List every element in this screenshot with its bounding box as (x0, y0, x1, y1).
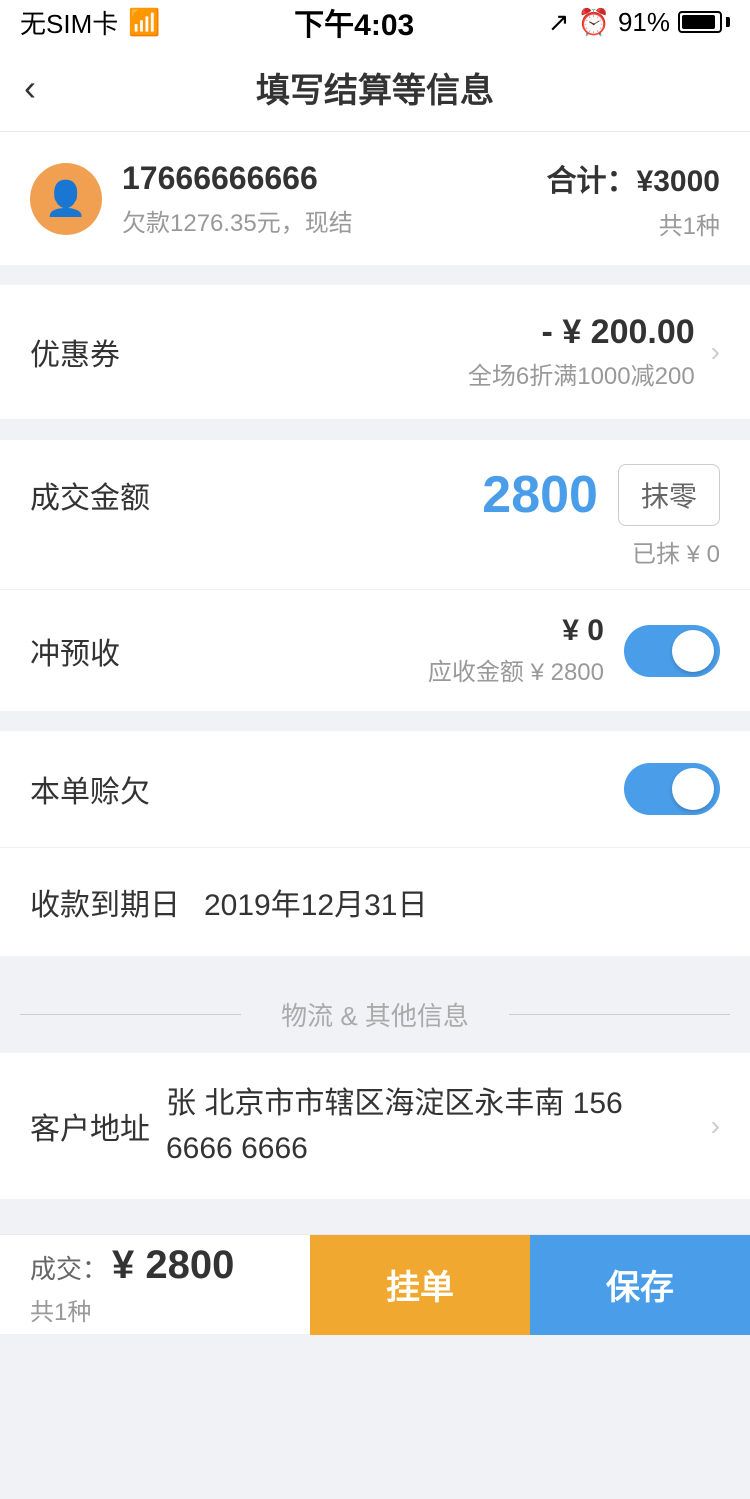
address-chevron-icon: › (711, 1110, 720, 1142)
logistics-section: 物流 & 其他信息 (0, 976, 750, 1053)
divider5 (0, 956, 750, 976)
avatar-icon: 👤 (45, 179, 87, 219)
due-date-row: 收款到期日 2019年12月31日 (0, 848, 750, 956)
location-icon: ↗ (548, 7, 570, 38)
status-time: 下午4:03 (294, 0, 414, 44)
divider3 (0, 711, 750, 731)
bottom-bar: 成交： ¥ 2800 共1种 挂单 保存 (0, 1234, 750, 1334)
divider-line-right (509, 1014, 730, 1015)
deal-amount-right: 2800 抹零 (482, 464, 720, 526)
coupon-right: - ¥ 200.00 全场6折满1000减200 › (468, 313, 720, 391)
prepay-toggle[interactable] (624, 625, 720, 677)
chevron-right-icon: › (711, 336, 720, 368)
logistics-label: 物流 & 其他信息 (281, 996, 469, 1033)
divider-line-left (20, 1014, 241, 1015)
amount-sub: 已抹 ¥ 0 (0, 534, 750, 589)
avatar: 👤 (30, 163, 102, 235)
prepay-row: 冲预收 ¥ 0 应收金额 ¥ 2800 (0, 590, 750, 711)
bottom-amount: ¥ 2800 (112, 1243, 234, 1288)
deal-amount-value: 2800 (482, 465, 598, 525)
prepay-label: 冲预收 (30, 629, 120, 673)
address-row[interactable]: 客户地址 张 北京市市辖区海淀区永丰南 156 6666 6666 › (0, 1053, 750, 1199)
prepay-right: ¥ 0 应收金额 ¥ 2800 (428, 614, 720, 687)
save-button[interactable]: 保存 (530, 1235, 750, 1335)
address-label: 客户地址 (30, 1104, 150, 1148)
pending-button[interactable]: 挂单 (310, 1235, 530, 1335)
total-amount: 合计：¥3000 (547, 156, 720, 200)
status-right: ↗ ⏰ 91% (548, 7, 730, 38)
page-title: 填写结算等信息 (256, 63, 494, 112)
customer-row: 👤 17666666666 欠款1276.35元，现结 合计：¥3000 共1种 (30, 156, 720, 241)
back-button[interactable]: ‹ (24, 67, 36, 109)
coupon-value: - ¥ 200.00 (468, 313, 695, 352)
bottom-count: 共1种 (30, 1292, 280, 1327)
debt-toggle-knob (672, 768, 714, 810)
prepay-info: ¥ 0 应收金额 ¥ 2800 (428, 614, 604, 687)
status-left: 无SIM卡 📶 (20, 4, 161, 41)
bottom-deal-label: 成交： (30, 1249, 108, 1286)
wifi-icon: 📶 (128, 7, 160, 38)
customer-left: 👤 17666666666 欠款1276.35元，现结 (30, 160, 353, 238)
due-date-label: 收款到期日 (30, 880, 180, 924)
bottom-spacer (0, 1399, 750, 1499)
nav-bar: ‹ 填写结算等信息 (0, 44, 750, 132)
prepay-value: ¥ 0 (428, 614, 604, 648)
deal-amount-label: 成交金额 (30, 473, 150, 517)
coupon-desc: 全场6折满1000减200 (468, 356, 695, 391)
deal-amount-row: 成交金额 2800 抹零 (0, 440, 750, 534)
customer-total: 合计：¥3000 共1种 (547, 156, 720, 241)
round-button[interactable]: 抹零 (618, 464, 720, 526)
coupon-row[interactable]: 优惠券 - ¥ 200.00 全场6折满1000减200 › (0, 285, 750, 420)
divider2 (0, 420, 750, 440)
toggle-knob (672, 630, 714, 672)
debt-label: 本单赊欠 (30, 767, 150, 811)
status-bar: 无SIM卡 📶 下午4:03 ↗ ⏰ 91% (0, 0, 750, 44)
address-value: 张 北京市市辖区海淀区永丰南 156 6666 6666 (166, 1081, 695, 1171)
debt-row: 本单赊欠 (0, 731, 750, 847)
carrier-text: 无SIM卡 (20, 4, 118, 41)
battery-icon (678, 11, 730, 33)
divider1 (0, 265, 750, 285)
debt-toggle[interactable] (624, 763, 720, 815)
due-date-value: 2019年12月31日 (204, 880, 427, 924)
customer-info: 17666666666 欠款1276.35元，现结 (122, 160, 353, 238)
customer-debt: 欠款1276.35元，现结 (122, 203, 353, 238)
bottom-left: 成交： ¥ 2800 共1种 (0, 1243, 310, 1327)
battery-percent: 91% (618, 7, 670, 38)
alarm-icon: ⏰ (578, 7, 610, 38)
customer-phone: 17666666666 (122, 160, 353, 197)
total-count: 共1种 (547, 206, 720, 241)
coupon-label: 优惠券 (30, 330, 120, 374)
customer-card: 👤 17666666666 欠款1276.35元，现结 合计：¥3000 共1种 (0, 132, 750, 265)
prepay-desc: 应收金额 ¥ 2800 (428, 652, 604, 687)
